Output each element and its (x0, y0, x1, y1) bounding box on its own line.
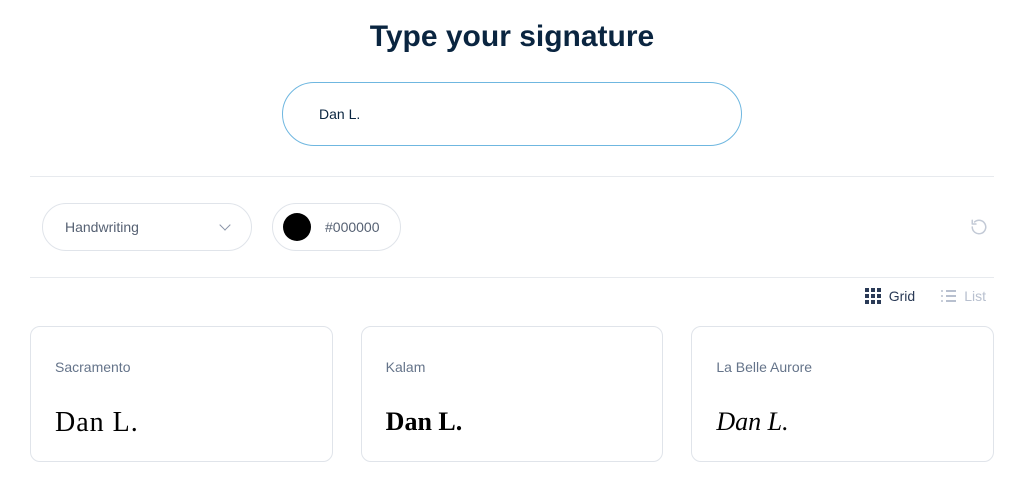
font-style-select-label: Handwriting (65, 219, 139, 235)
font-card-labelleaurore[interactable]: La Belle Aurore Dan L. (691, 326, 994, 462)
color-hex-label: #000000 (325, 219, 380, 235)
view-list-label: List (964, 288, 986, 304)
view-list-button[interactable]: List (941, 288, 986, 304)
font-style-select[interactable]: Handwriting (42, 203, 252, 251)
signature-input[interactable] (282, 82, 742, 146)
color-picker[interactable]: #000000 (272, 203, 401, 251)
font-card-sacramento[interactable]: Sacramento Dan L. (30, 326, 333, 462)
font-cards: Sacramento Dan L. Kalam Dan L. La Belle … (30, 326, 994, 462)
view-grid-label: Grid (889, 288, 915, 304)
font-card-preview: Dan L. (386, 409, 639, 435)
grid-icon (865, 288, 881, 304)
toolbar: Handwriting #000000 (30, 177, 994, 277)
page-title: Type your signature (30, 20, 994, 54)
font-card-preview: Dan L. (716, 409, 969, 435)
signature-input-wrap (30, 82, 994, 146)
list-icon (941, 290, 956, 302)
chevron-down-icon (219, 219, 230, 230)
view-toggle: Grid List (30, 278, 994, 326)
toolbar-left: Handwriting #000000 (42, 203, 401, 251)
rotate-icon (970, 218, 988, 236)
font-card-title: Sacramento (55, 359, 308, 375)
reset-button[interactable] (964, 212, 994, 242)
font-card-title: La Belle Aurore (716, 359, 969, 375)
color-swatch (283, 213, 311, 241)
font-card-title: Kalam (386, 359, 639, 375)
font-card-preview: Dan L. (55, 409, 308, 437)
font-card-kalam[interactable]: Kalam Dan L. (361, 326, 664, 462)
view-grid-button[interactable]: Grid (865, 288, 915, 304)
